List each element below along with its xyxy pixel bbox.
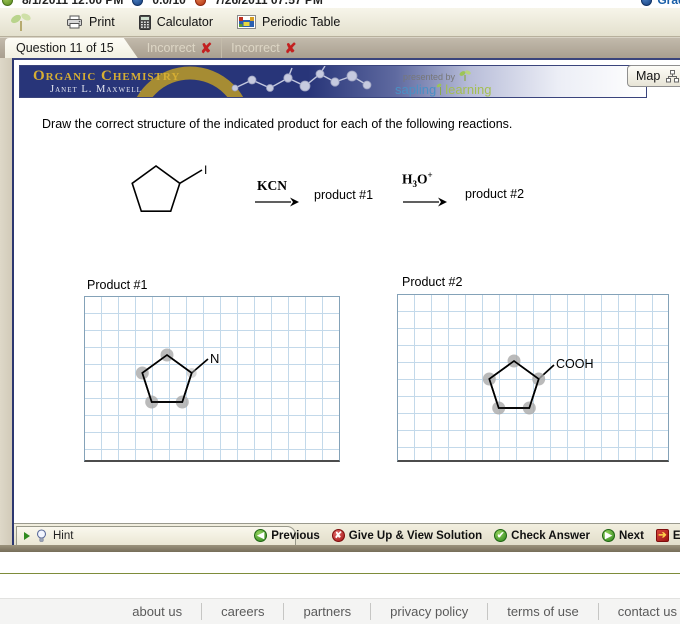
- footer-links: about us careers partners privacy policy…: [113, 599, 680, 624]
- footer-link-partners[interactable]: partners: [284, 599, 370, 624]
- footer-divider: [0, 573, 680, 574]
- footer-link-contact[interactable]: contact us: [599, 599, 680, 624]
- check-answer-button[interactable]: ✔ Check Answer: [494, 529, 590, 542]
- h3o-o: O: [417, 171, 428, 187]
- give-up-icon: ✘: [331, 529, 345, 542]
- presented-by-label: presented by: [403, 72, 456, 82]
- product2-title: Product #2: [402, 275, 463, 289]
- periodic-table-icon: [236, 15, 256, 29]
- status-due-icon: [194, 0, 206, 6]
- status-score-icon: [132, 0, 144, 6]
- hint-label: Hint: [53, 530, 74, 542]
- map-sitemap-icon: [666, 69, 680, 82]
- previous-label: Previous: [271, 529, 320, 542]
- map-button[interactable]: Map: [627, 65, 680, 87]
- incorrect-x-icon: ✘: [200, 40, 213, 56]
- product2-drawing-canvas[interactable]: COOH: [397, 294, 669, 462]
- print-label: Print: [89, 15, 115, 29]
- lightbulb-icon: [36, 529, 47, 542]
- status-green-icon: [2, 0, 13, 6]
- next-icon: ▶: [601, 529, 615, 542]
- product1-group-label: N: [210, 351, 219, 366]
- product1-structure[interactable]: N: [85, 297, 341, 463]
- presented-by-block: presented by sapling learning: [395, 69, 491, 97]
- tab-question-label: Question 11 of 15: [16, 41, 114, 55]
- brand-sapling: sapling: [395, 82, 437, 97]
- status-due-date: 7/26/2011 07:57 PM: [214, 0, 323, 7]
- previous-icon: ◀: [254, 529, 268, 542]
- check-answer-icon: ✔: [494, 529, 508, 542]
- tab-incorrect-label: Incorrect: [146, 41, 196, 55]
- grade-link[interactable]: Grade: [641, 0, 680, 7]
- sapling-logo-icon: [10, 13, 31, 31]
- h3o-sup: +: [427, 170, 433, 180]
- course-author: Janet L. Maxwell: [50, 83, 142, 95]
- tab-incorrect-2[interactable]: Incorrect ✘: [221, 38, 305, 58]
- next-button[interactable]: ▶ Next: [601, 529, 644, 542]
- print-icon: [67, 15, 82, 29]
- status-score: 0.0/10: [152, 0, 186, 7]
- reaction-arrow-2: [403, 197, 447, 207]
- footer-link-terms[interactable]: terms of use: [488, 599, 598, 624]
- previous-button[interactable]: ◀ Previous: [254, 529, 320, 542]
- calculator-button[interactable]: Calculator: [138, 14, 213, 30]
- calculator-icon: [138, 14, 151, 30]
- footer-link-careers[interactable]: careers: [202, 599, 283, 624]
- footer-link-about[interactable]: about us: [113, 599, 201, 624]
- grade-label: Grade: [657, 0, 680, 7]
- iodide-label: I: [204, 163, 207, 177]
- brand-learning: learning: [445, 82, 492, 97]
- incorrect-x-icon: ✘: [284, 40, 297, 56]
- h3o-h: H: [402, 171, 413, 187]
- product2-scheme-label: product #2: [465, 187, 525, 201]
- exit-button[interactable]: ➔ Exit: [655, 529, 680, 542]
- product2-structure[interactable]: COOH: [398, 295, 670, 463]
- question-tab-bar: Question 11 of 15 Incorrect ✘ Incorrect …: [0, 37, 680, 58]
- product2-group-label: COOH: [556, 357, 594, 371]
- question-prompt: Draw the correct structure of the indica…: [42, 117, 513, 131]
- nav-buttons: ◀ Previous ✘ Give Up & View Solution ✔ C…: [254, 529, 680, 542]
- sapling-leaf-icon: [459, 70, 471, 81]
- exit-icon: ➔: [655, 529, 669, 542]
- status-open-date: 8/1/2011 12:00 PM: [22, 0, 124, 7]
- print-button[interactable]: Print: [66, 15, 115, 29]
- page: 8/1/2011 12:00 PM 0.0/10 7/26/2011 07:57…: [0, 0, 680, 624]
- exit-label: Exit: [672, 529, 680, 542]
- calculator-label: Calculator: [156, 15, 213, 29]
- next-label: Next: [618, 529, 644, 542]
- product1-scheme-label: product #1: [314, 188, 374, 202]
- site-footer: about us careers partners privacy policy…: [0, 598, 680, 624]
- tab-question-11[interactable]: Question 11 of 15: [5, 38, 138, 58]
- periodic-table-label: Periodic Table: [261, 15, 341, 29]
- reagent-h3o: H3O+: [402, 170, 433, 189]
- course-title: Organic Chemistry: [33, 68, 181, 84]
- hint-expand-icon: [24, 532, 30, 540]
- give-up-label: Give Up & View Solution: [348, 529, 483, 542]
- grade-icon: [641, 0, 653, 6]
- banner-titles: Organic Chemistry Janet L. Maxwell: [33, 68, 180, 95]
- toolbar: Print Calculator Periodic Table: [0, 8, 680, 37]
- reaction-arrow-1: [255, 197, 299, 207]
- course-banner: Organic Chemistry Janet L. Maxwell prese…: [19, 65, 647, 98]
- tab-incorrect-label: Incorrect: [231, 41, 280, 55]
- tab-incorrect-1[interactable]: Incorrect ✘: [138, 38, 221, 58]
- status-bar: 8/1/2011 12:00 PM 0.0/10 7/26/2011 07:57…: [0, 0, 680, 8]
- question-panel: Organic Chemistry Janet L. Maxwell prese…: [12, 58, 680, 545]
- reactant-structure: I: [131, 163, 207, 213]
- answer-toolbar: Hint ◀ Previous ✘ Give Up & View Solutio…: [14, 523, 680, 545]
- brand-leaf-icon: [436, 83, 442, 95]
- reagent-kcn: KCN: [257, 178, 287, 193]
- product1-title: Product #1: [87, 278, 148, 292]
- applet-frame: Organic Chemistry Janet L. Maxwell prese…: [0, 58, 680, 552]
- periodic-table-button[interactable]: Periodic Table: [236, 15, 341, 29]
- give-up-button[interactable]: ✘ Give Up & View Solution: [331, 529, 483, 542]
- footer-link-privacy[interactable]: privacy policy: [371, 599, 487, 624]
- check-answer-label: Check Answer: [511, 529, 590, 542]
- map-button-label: Map: [636, 69, 661, 83]
- product1-drawing-canvas[interactable]: N: [84, 296, 340, 462]
